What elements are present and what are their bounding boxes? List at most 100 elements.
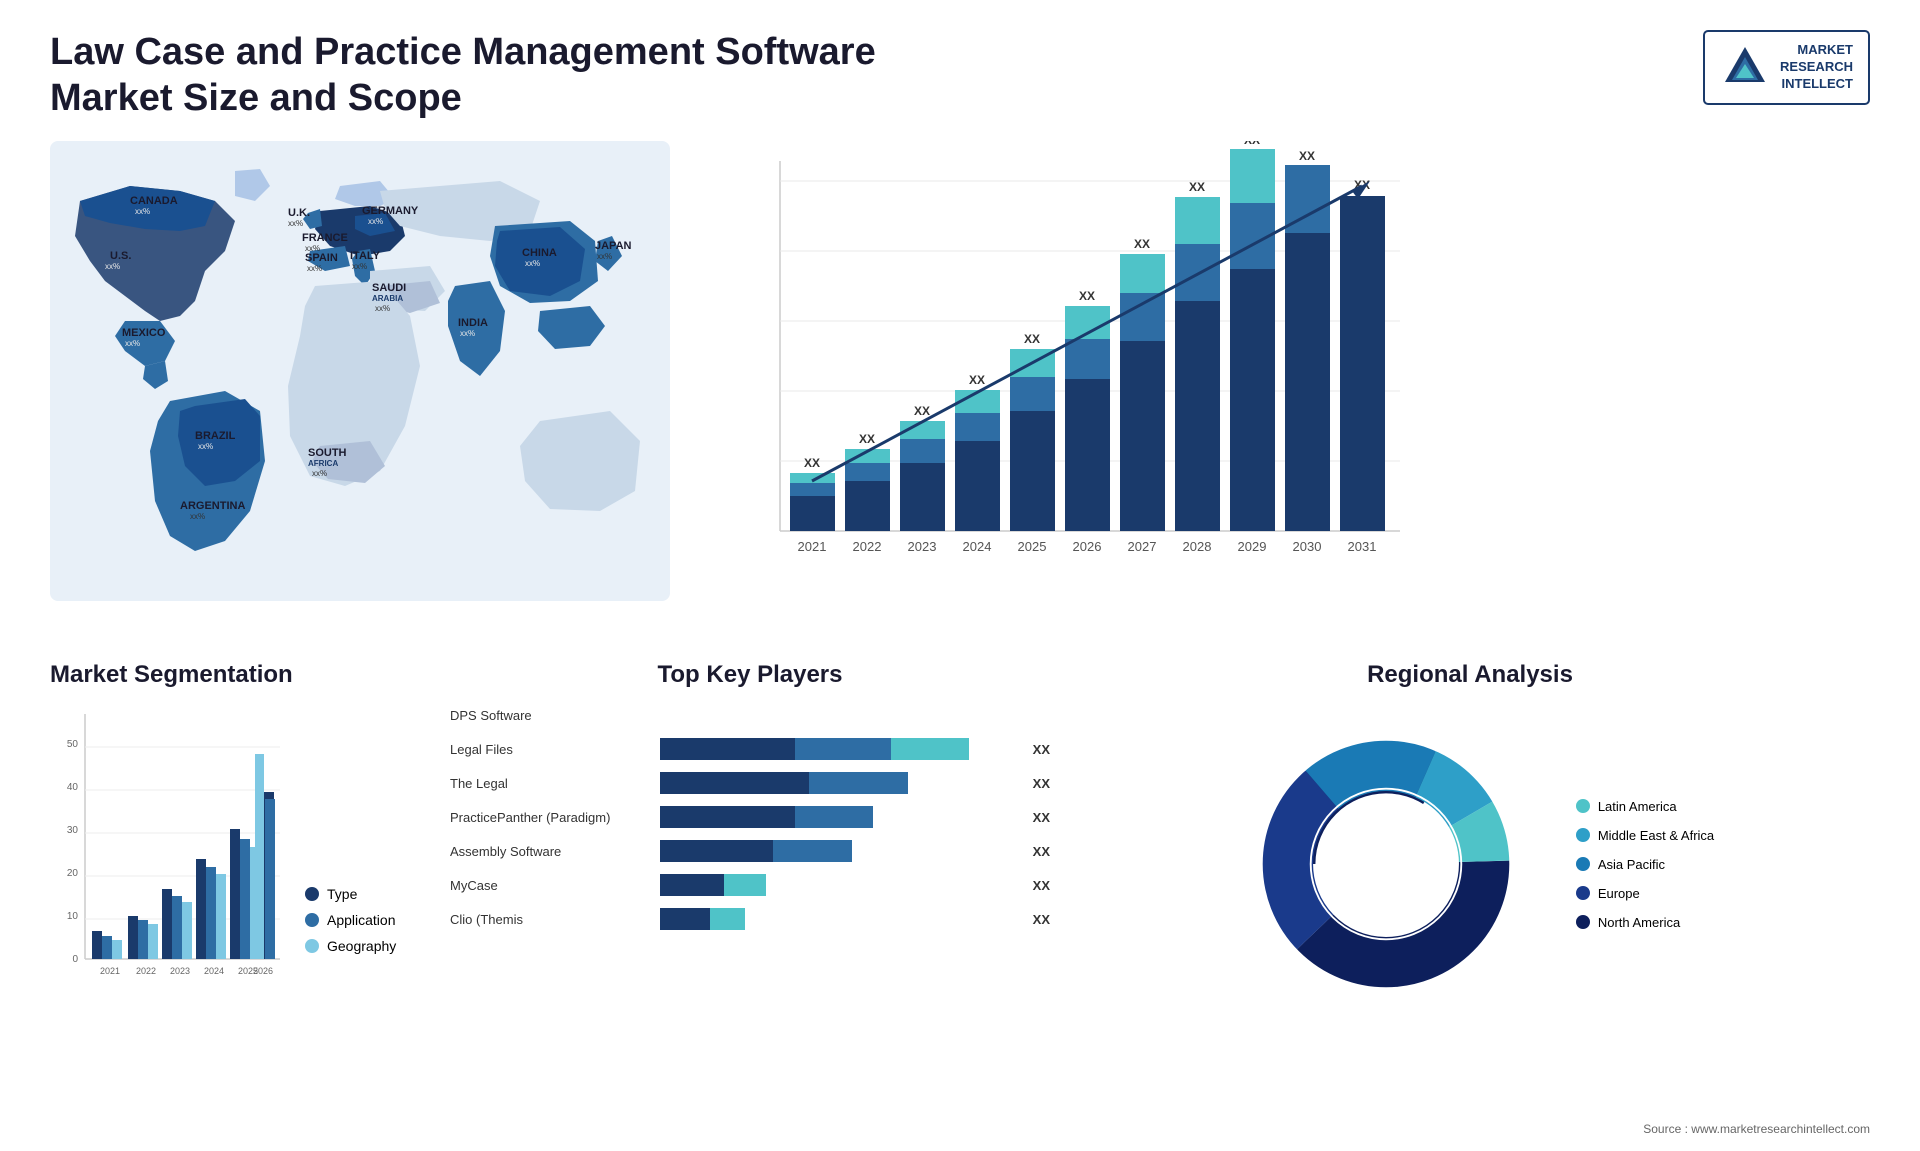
player-name-clio: Clio (Themis [450, 912, 650, 927]
svg-text:2028: 2028 [1183, 539, 1212, 554]
latin-america-label: Latin America [1598, 799, 1677, 814]
svg-text:XX: XX [914, 404, 930, 418]
svg-text:2021: 2021 [100, 966, 120, 976]
segmentation-title: Market Segmentation [50, 661, 430, 689]
svg-text:SAUDI: SAUDI [372, 282, 406, 294]
svg-text:U.S.: U.S. [110, 250, 131, 262]
svg-text:2027: 2027 [1128, 539, 1157, 554]
player-row-mycase: MyCase XX [450, 874, 1050, 896]
type-label: Type [327, 886, 357, 902]
player-xx-assembly: XX [1033, 844, 1050, 859]
svg-text:MEXICO: MEXICO [122, 327, 166, 339]
europe-dot [1576, 886, 1590, 900]
svg-text:0: 0 [72, 954, 78, 965]
application-label: Application [327, 912, 396, 928]
svg-text:GERMANY: GERMANY [362, 205, 419, 217]
svg-text:2031: 2031 [1348, 539, 1377, 554]
svg-text:XX: XX [1079, 289, 1095, 303]
svg-text:40: 40 [67, 782, 79, 793]
svg-text:2021: 2021 [798, 539, 827, 554]
source-text: Source : www.marketresearchintellect.com [1643, 1122, 1870, 1136]
svg-text:2026: 2026 [253, 966, 273, 976]
svg-text:xx%: xx% [368, 217, 383, 226]
player-row-assembly: Assembly Software XX [450, 840, 1050, 862]
svg-text:XX: XX [859, 432, 875, 446]
player-xx-practicepanther: XX [1033, 810, 1050, 825]
svg-text:xx%: xx% [190, 512, 205, 521]
regional-legend: Latin America Middle East & Africa Asia … [1576, 799, 1714, 930]
segmentation-section: Market Segmentation 0 10 20 30 40 50 [50, 661, 430, 1151]
north-america-dot [1576, 915, 1590, 929]
svg-text:2023: 2023 [170, 966, 190, 976]
player-name-practicepanther: PracticePanther (Paradigm) [450, 810, 650, 825]
svg-text:2023: 2023 [908, 539, 937, 554]
svg-text:XX: XX [969, 373, 985, 387]
svg-text:xx%: xx% [125, 339, 140, 348]
europe-label: Europe [1598, 886, 1640, 901]
regional-title: Regional Analysis [1070, 661, 1870, 689]
svg-text:xx%: xx% [288, 219, 303, 228]
svg-text:2024: 2024 [204, 966, 224, 976]
svg-text:xx%: xx% [312, 469, 327, 478]
svg-text:SOUTH: SOUTH [308, 447, 347, 459]
north-america-label: North America [1598, 915, 1680, 930]
page-title: Law Case and Practice Management Softwar… [50, 30, 900, 121]
main-content: CANADA xx% U.S. xx% MEXICO xx% BRAZIL xx… [50, 141, 1870, 641]
svg-text:CHINA: CHINA [522, 247, 557, 259]
players-title: Top Key Players [450, 661, 1050, 689]
svg-text:30: 30 [67, 825, 79, 836]
bar-chart-svg: XX XX XX XX XX [730, 141, 1410, 611]
page-container: Law Case and Practice Management Softwar… [0, 0, 1920, 1146]
player-row-the-legal: The Legal XX [450, 772, 1050, 794]
logo: MARKET RESEARCH INTELLECT [1703, 30, 1870, 105]
legend-type: Type [305, 886, 396, 902]
geography-label: Geography [327, 938, 396, 954]
donut-chart [1226, 704, 1546, 1024]
world-map: CANADA xx% U.S. xx% MEXICO xx% BRAZIL xx… [50, 141, 670, 621]
svg-text:ITALY: ITALY [350, 250, 381, 262]
svg-text:SPAIN: SPAIN [305, 252, 338, 264]
latin-america-dot [1576, 799, 1590, 813]
player-row-clio: Clio (Themis XX [450, 908, 1050, 930]
asia-pacific-label: Asia Pacific [1598, 857, 1665, 872]
asia-pacific-dot [1576, 857, 1590, 871]
svg-text:2022: 2022 [136, 966, 156, 976]
legend-north-america: North America [1576, 915, 1714, 930]
svg-text:FRANCE: FRANCE [302, 232, 348, 244]
legend-application: Application [305, 912, 396, 928]
svg-text:U.K.: U.K. [288, 207, 310, 219]
svg-text:2024: 2024 [963, 539, 992, 554]
svg-text:20: 20 [67, 868, 79, 879]
svg-text:50: 50 [67, 739, 79, 750]
svg-text:ARGENTINA: ARGENTINA [180, 500, 245, 512]
svg-text:xx%: xx% [135, 207, 150, 216]
geography-dot [305, 939, 319, 953]
svg-text:XX: XX [1299, 149, 1315, 163]
player-row-legal-files: Legal Files XX [450, 738, 1050, 760]
player-name-legal-files: Legal Files [450, 742, 650, 757]
application-dot [305, 913, 319, 927]
legend-middle-east: Middle East & Africa [1576, 828, 1714, 843]
svg-text:INDIA: INDIA [458, 317, 488, 329]
player-bar-clio [660, 908, 1015, 930]
svg-text:JAPAN: JAPAN [595, 240, 632, 252]
svg-text:xx%: xx% [307, 264, 322, 273]
type-dot [305, 887, 319, 901]
svg-text:xx%: xx% [460, 329, 475, 338]
logo-text: MARKET RESEARCH INTELLECT [1780, 42, 1853, 93]
player-bar-mycase [660, 874, 1015, 896]
player-name-the-legal: The Legal [450, 776, 650, 791]
legend-asia-pacific: Asia Pacific [1576, 857, 1714, 872]
player-bar-legal-files [660, 738, 1015, 760]
svg-text:2025: 2025 [1018, 539, 1047, 554]
middle-east-dot [1576, 828, 1590, 842]
segmentation-chart: 0 10 20 30 40 50 [50, 704, 290, 1004]
legend-geography: Geography [305, 938, 396, 954]
svg-text:xx%: xx% [198, 442, 213, 451]
player-bar-assembly [660, 840, 1015, 862]
svg-text:XX: XX [1189, 180, 1205, 194]
svg-text:2026: 2026 [1073, 539, 1102, 554]
legend-europe: Europe [1576, 886, 1714, 901]
svg-text:xx%: xx% [105, 262, 120, 271]
svg-text:BRAZIL: BRAZIL [195, 430, 236, 442]
